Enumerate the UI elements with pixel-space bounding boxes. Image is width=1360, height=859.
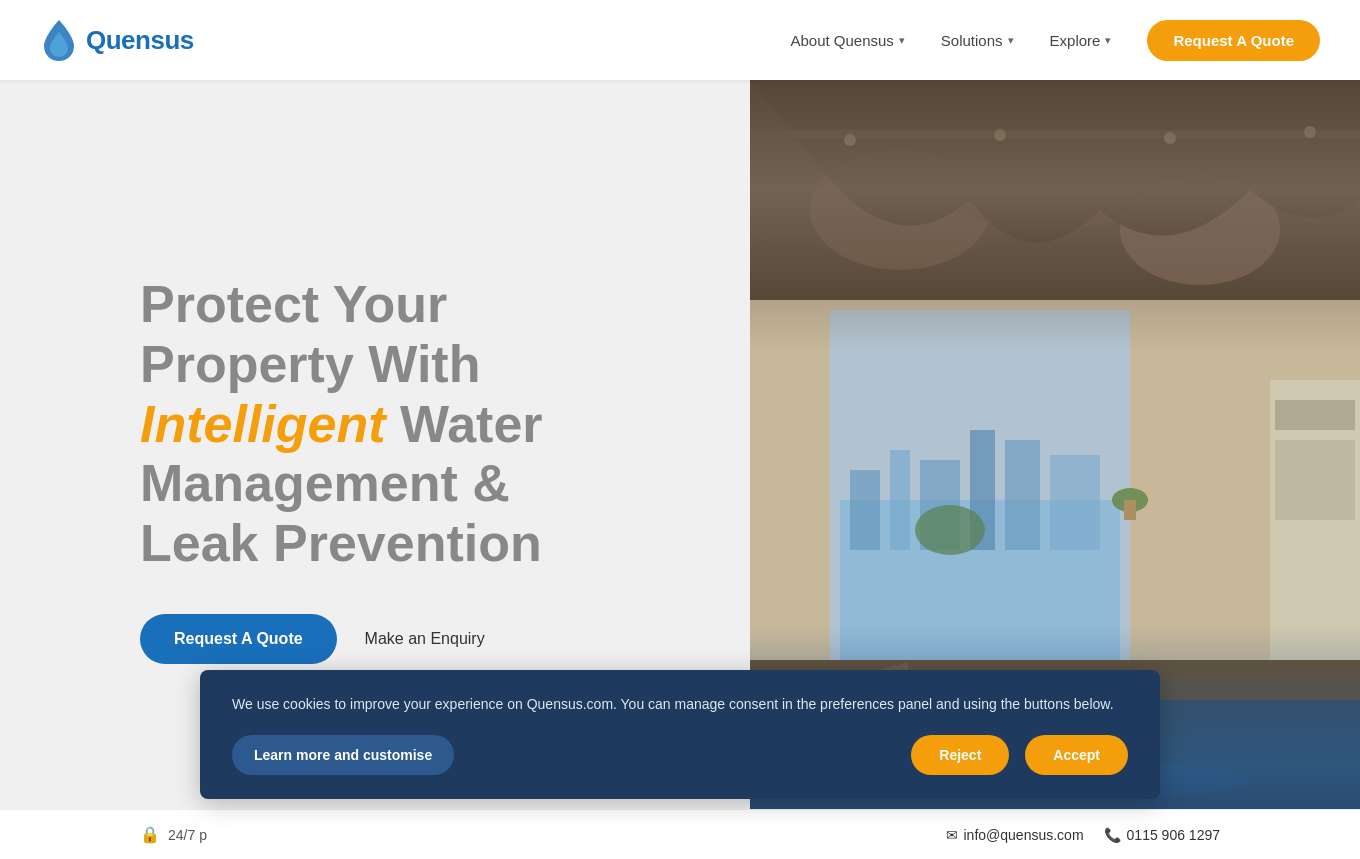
contact-info: ✉ info@quensus.com 📞 0115 906 1297 (946, 827, 1221, 843)
email-address: info@quensus.com (964, 827, 1084, 843)
svg-point-2 (810, 150, 990, 270)
svg-rect-25 (1275, 440, 1355, 520)
svg-rect-9 (890, 450, 910, 550)
cookie-banner: We use cookies to improve your experienc… (200, 670, 1160, 799)
svg-rect-13 (1050, 455, 1100, 550)
svg-rect-12 (1005, 440, 1040, 550)
svg-point-3 (930, 130, 1170, 230)
chevron-down-icon: ▾ (1105, 34, 1111, 47)
svg-rect-8 (850, 470, 880, 550)
logo[interactable]: Quensus (40, 18, 194, 62)
svg-point-14 (915, 505, 985, 555)
hero-title: Protect YourProperty With Intelligent Wa… (140, 275, 690, 574)
email-contact[interactable]: ✉ info@quensus.com (946, 827, 1084, 843)
svg-rect-1 (750, 80, 1360, 300)
make-enquiry-button[interactable]: Make an Enquiry (365, 630, 485, 648)
phone-icon: 📞 (1104, 827, 1121, 843)
hero-buttons: Request A Quote Make an Enquiry (140, 614, 690, 664)
header: Quensus About Quensus ▾ Solutions ▾ Expl… (0, 0, 1360, 80)
nav-explore[interactable]: Explore ▾ (1050, 32, 1112, 49)
phone-contact[interactable]: 📞 0115 906 1297 (1104, 827, 1220, 843)
email-icon: ✉ (946, 827, 958, 843)
hero-highlight: Intelligent (140, 395, 386, 453)
hero-title-line1: Protect YourProperty With (140, 275, 480, 393)
reject-cookies-button[interactable]: Reject (911, 735, 1009, 775)
svg-rect-26 (750, 130, 1360, 138)
nav-about[interactable]: About Quensus ▾ (790, 32, 904, 49)
chevron-down-icon: ▾ (899, 34, 905, 47)
request-quote-hero-button[interactable]: Request A Quote (140, 614, 337, 664)
svg-point-27 (844, 134, 856, 146)
logo-text: Quensus (86, 25, 194, 56)
availability-text: 24/7 p (168, 827, 207, 843)
svg-rect-16 (1124, 500, 1136, 520)
request-quote-header-button[interactable]: Request A Quote (1147, 20, 1320, 61)
nav-solutions[interactable]: Solutions ▾ (941, 32, 1014, 49)
svg-point-4 (1120, 175, 1280, 285)
chevron-down-icon: ▾ (1008, 34, 1014, 47)
main-nav: About Quensus ▾ Solutions ▾ Explore ▾ Re… (790, 20, 1320, 61)
bottom-bar: 🔒 24/7 p ✉ info@quensus.com 📞 0115 906 1… (0, 809, 1360, 859)
cookie-actions: Learn more and customise Reject Accept (232, 735, 1128, 775)
lock-icon: 🔒 (140, 825, 160, 844)
learn-more-button[interactable]: Learn more and customise (232, 735, 454, 775)
svg-point-29 (1164, 132, 1176, 144)
svg-point-30 (1304, 126, 1316, 138)
cookie-message: We use cookies to improve your experienc… (232, 694, 1128, 715)
accept-cookies-button[interactable]: Accept (1025, 735, 1128, 775)
phone-number: 0115 906 1297 (1127, 827, 1220, 843)
svg-point-28 (994, 129, 1006, 141)
svg-rect-24 (1275, 400, 1355, 430)
